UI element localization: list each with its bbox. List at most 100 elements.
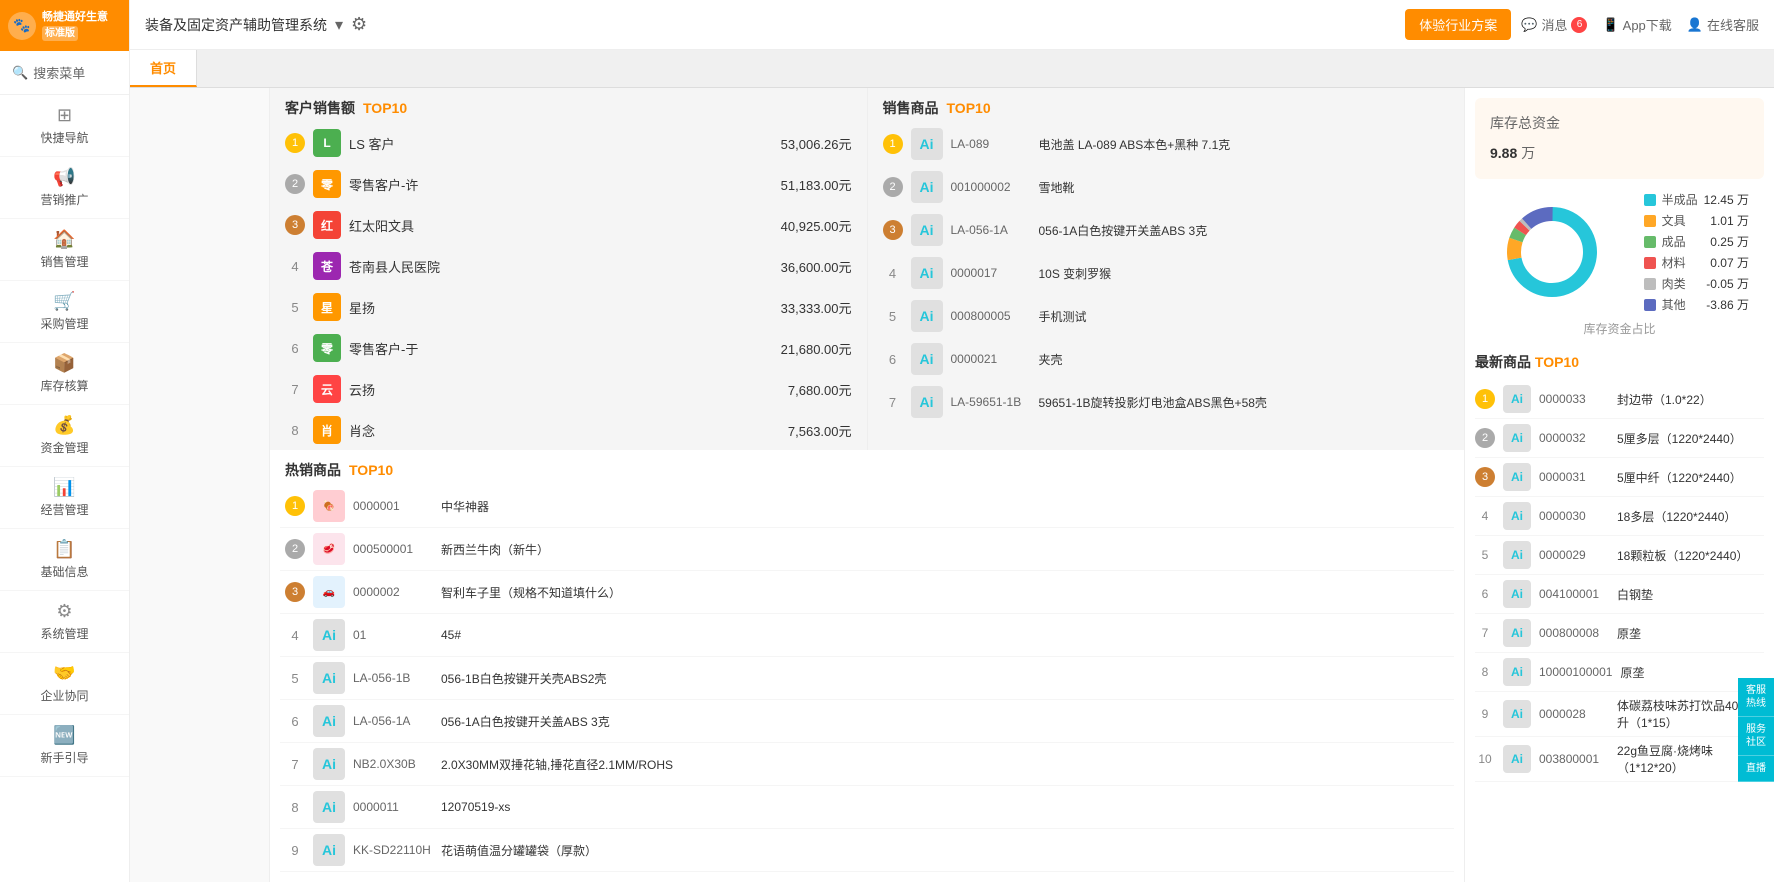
sidebar-item-finance[interactable]: 💰 资金管理 (0, 405, 129, 467)
newest-products-header: 最新商品 TOP10 (1475, 352, 1764, 372)
rank-8: 8 (285, 423, 305, 438)
product-name: 夹壳 (1039, 351, 1450, 368)
newest-name: 18颗粒板（1220*2440） (1617, 547, 1764, 564)
np-rank-6: 6 (1475, 587, 1495, 601)
list-item: 9 Ai KK-SD22110H 花语萌值温分罐罐袋（厚款） (280, 829, 1454, 872)
product-code: 0000017 (951, 266, 1031, 280)
avatar: 肖 (313, 416, 341, 444)
customer-service-button[interactable]: 客服热线 (1738, 678, 1774, 717)
sidebar-item-guide[interactable]: 🆕 新手引导 (0, 715, 129, 777)
app-download-item[interactable]: 📱 App下载 (1602, 15, 1671, 34)
customer-name: 红太阳文具 (349, 216, 773, 235)
online-service-item[interactable]: 👤 在线客服 (1687, 15, 1759, 34)
product-thumb: Ai (911, 214, 943, 246)
notification-icon: 💬 (1521, 17, 1537, 33)
sales-products-header: 销售商品 TOP10 (868, 88, 1465, 123)
legend-color-finished (1644, 236, 1656, 248)
rank-5: 5 (285, 300, 305, 315)
sales-product-list: 1 Ai LA-089 电池盖 LA-089 ABS本色+黑种 7.1克 2 A… (868, 123, 1465, 434)
legend-item: 肉类 -0.05 万 (1644, 273, 1749, 294)
community-button[interactable]: 服务社区 (1738, 717, 1774, 756)
product-name: 中华神器 (441, 498, 1449, 515)
logo-tag: 标准版 (42, 26, 78, 41)
middle-panel: 客户销售额 TOP10 1 L LS 客户 53,006.26元 2 零 (270, 88, 1464, 882)
hp-rank-8: 8 (285, 800, 305, 815)
system-dropdown-button[interactable]: ▾ (335, 15, 343, 35)
quicknav-icon: ⊞ (57, 105, 72, 126)
legend-item: 文具 1.01 万 (1644, 210, 1749, 231)
tab-home[interactable]: 首页 (130, 50, 197, 87)
product-code: LA-056-1A (353, 714, 433, 728)
product-thumb: Ai (911, 386, 943, 418)
newest-thumb: Ai (1503, 619, 1531, 647)
product-name: 056-1B白色按键开关壳ABS2壳 (441, 670, 1449, 687)
sidebar-item-cooperation[interactable]: 🤝 企业协同 (0, 653, 129, 715)
hp-rank-4: 4 (285, 628, 305, 643)
hot-product-list: 1 🍖 0000001 中华神器 2 🥩 000500001 新西兰牛肉（新牛）… (270, 485, 1464, 882)
sidebar-item-guide-label: 新手引导 (40, 749, 88, 766)
list-item: 2 Ai 001000002 雪地靴 (878, 166, 1455, 209)
header-system: 装备及固定资产辅助管理系统 ▾ ⚙ (145, 14, 1395, 35)
avatar: 零 (313, 334, 341, 362)
legend-color-semifinished (1644, 194, 1656, 206)
legend-value: 0.25 万 (1710, 233, 1749, 250)
sp-rank-4: 4 (883, 266, 903, 281)
inventory-title: 库存总资金 (1490, 113, 1749, 133)
legend-value: 12.45 万 (1704, 191, 1749, 208)
search-icon: 🔍 (12, 65, 28, 81)
product-thumb: Ai (911, 171, 943, 203)
newest-code: 000800008 (1539, 626, 1609, 640)
product-code: 0000021 (951, 352, 1031, 366)
product-thumb: 🥩 (313, 533, 345, 565)
rank-7: 7 (285, 382, 305, 397)
sidebar: 🐾 畅捷通好生意 标准版 🔍 搜索菜单 ⊞ 快捷导航 📢 营销推广 🏠 销售管理… (0, 0, 130, 882)
sidebar-item-operation[interactable]: 📊 经营管理 (0, 467, 129, 529)
newest-code: 0000030 (1539, 509, 1609, 523)
product-thumb: Ai (911, 300, 943, 332)
ai-badge: Ai (920, 136, 934, 152)
sidebar-item-purchase[interactable]: 🛒 采购管理 (0, 281, 129, 343)
np-rank-5: 5 (1475, 548, 1495, 562)
list-item: 4 Ai 0000017 10S 变刺罗猴 (878, 252, 1455, 295)
list-item: 3 🚗 0000002 智利车子里（规格不知道填什么） (280, 571, 1454, 614)
sidebar-item-marketing[interactable]: 📢 营销推广 (0, 157, 129, 219)
list-item: 5 Ai 000800005 手机测试 (878, 295, 1455, 338)
system-icon: ⚙ (56, 601, 72, 622)
sp-rank-5: 5 (883, 309, 903, 324)
customer-name: 零售客户-许 (349, 175, 773, 194)
customer-ranking-top-badge: TOP10 (363, 100, 407, 116)
sidebar-logo: 🐾 畅捷通好生意 标准版 (0, 0, 129, 51)
inventory-ratio-label: 库存资金占比 (1465, 315, 1774, 342)
legend-name: 其他 (1662, 296, 1701, 313)
live-button[interactable]: 直播 (1738, 756, 1774, 782)
sidebar-item-basic[interactable]: 📋 基础信息 (0, 529, 129, 591)
hp-rank-9: 9 (285, 843, 305, 858)
system-name: 装备及固定资产辅助管理系统 (145, 15, 327, 35)
notification-item[interactable]: 💬 消息 6 (1521, 15, 1587, 34)
product-name: 花语萌值温分罐罐袋（厚款） (441, 842, 1449, 859)
sidebar-item-system[interactable]: ⚙ 系统管理 (0, 591, 129, 653)
list-item: 7 Ai 000800008 原垄 (1475, 614, 1764, 653)
legend-name: 肉类 (1662, 275, 1701, 292)
product-code: 0000001 (353, 499, 433, 513)
avatar: 苍 (313, 252, 341, 280)
list-item: 4 Ai 01 45# (280, 614, 1454, 657)
sidebar-item-inventory[interactable]: 📦 库存核算 (0, 343, 129, 405)
table-row: 6 零 零售客户-于 21,680.00元 (280, 328, 857, 369)
table-row: 7 云 云扬 7,680.00元 (280, 369, 857, 410)
np-rank-9: 9 (1475, 707, 1495, 721)
legend-item: 半成品 12.45 万 (1644, 189, 1749, 210)
right-panel: 库存总资金 9.88 万 (1464, 88, 1774, 882)
search-menu-button[interactable]: 🔍 搜索菜单 (8, 59, 121, 86)
settings-button[interactable]: ⚙ (351, 14, 367, 35)
trial-button[interactable]: 体验行业方案 (1405, 9, 1511, 40)
sidebar-item-sales[interactable]: 🏠 销售管理 (0, 219, 129, 281)
customer-amount: 21,680.00元 (781, 339, 852, 358)
customer-name: 云扬 (349, 380, 780, 399)
product-thumb: 🚗 (313, 576, 345, 608)
table-row: 1 L LS 客户 53,006.26元 (280, 123, 857, 164)
sidebar-item-inventory-label: 库存核算 (40, 377, 88, 394)
sidebar-item-quicknav[interactable]: ⊞ 快捷导航 (0, 95, 129, 157)
donut-chart (1502, 202, 1602, 302)
customer-ranking-header: 客户销售额 TOP10 (270, 88, 867, 123)
